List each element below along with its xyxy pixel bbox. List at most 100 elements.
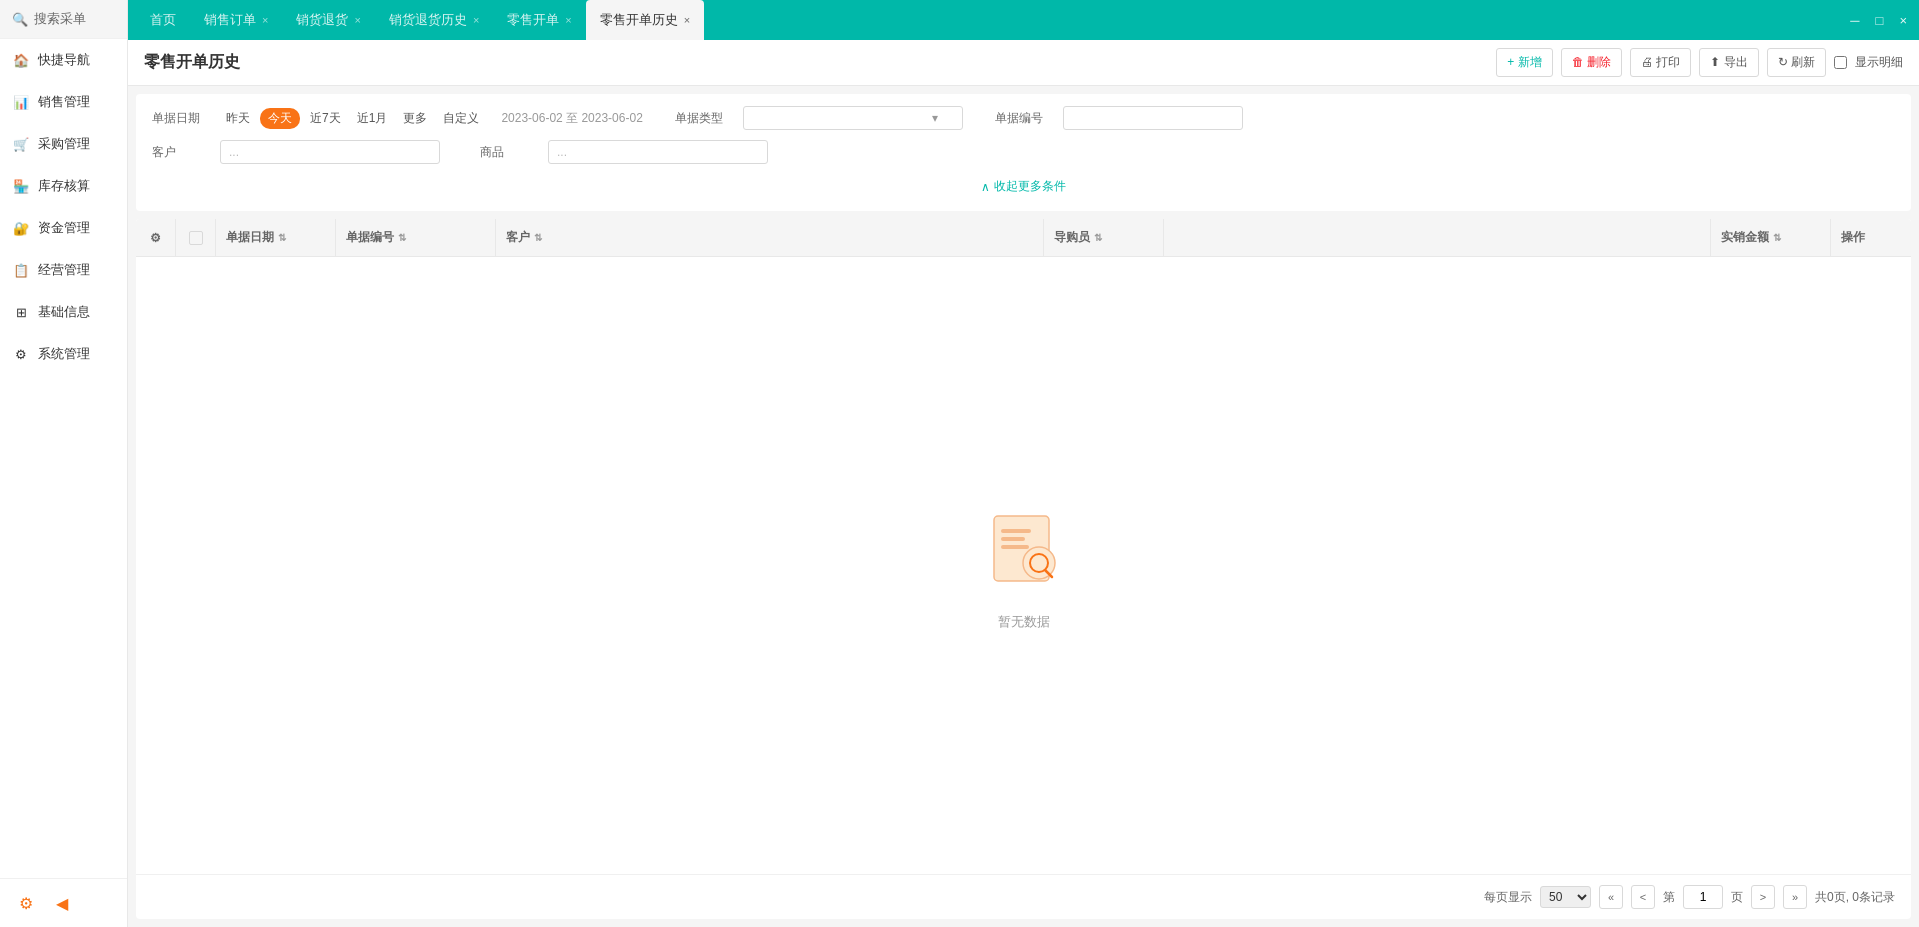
tab-retail-history[interactable]: 零售开单历史 × bbox=[586, 0, 704, 40]
per-page-label: 每页显示 bbox=[1484, 889, 1532, 906]
lock-icon: 🔐 bbox=[12, 219, 30, 237]
sidebar: 🔍 搜索采单 🏠 快捷导航 📊 销售管理 🛒 采购管理 🏪 库存核算 🔐 资金管… bbox=[0, 0, 128, 927]
tab-retail-open-close[interactable]: × bbox=[565, 14, 571, 26]
date-btn-7days[interactable]: 近7天 bbox=[304, 108, 347, 129]
content-area: 零售开单历史 + 新增 🗑 删除 🖨 打印 ⬆ 导出 ↻ 刷新 显示明细 单据日… bbox=[128, 40, 1919, 927]
sidebar-bottom: ⚙ ◀ bbox=[0, 878, 127, 927]
collapse-up-icon: ∧ bbox=[981, 180, 990, 194]
th-customer-sort-icon[interactable]: ⇅ bbox=[534, 232, 542, 243]
first-page-button[interactable]: « bbox=[1599, 885, 1623, 909]
sidebar-item-operations[interactable]: 📋 经营管理 bbox=[0, 249, 127, 291]
gear-icon: ⚙ bbox=[12, 345, 30, 363]
th-checkbox[interactable] bbox=[176, 219, 216, 256]
bill-type-select[interactable]: ▾ bbox=[743, 106, 963, 130]
minimize-button[interactable]: ─ bbox=[1846, 11, 1863, 30]
tab-sales-order-close[interactable]: × bbox=[262, 14, 268, 26]
tab-sales-return[interactable]: 销货退货 × bbox=[282, 0, 374, 40]
svg-rect-1 bbox=[1001, 529, 1031, 533]
sidebar-item-sales-mgmt-label: 销售管理 bbox=[38, 93, 90, 111]
th-op: 操作 bbox=[1831, 219, 1911, 256]
th-guide[interactable]: 导购员 ⇅ bbox=[1044, 219, 1164, 256]
empty-illustration bbox=[974, 501, 1074, 601]
date-shortcut-buttons: 昨天 今天 近7天 近1月 更多 自定义 bbox=[220, 108, 485, 129]
print-button[interactable]: 🖨 打印 bbox=[1630, 48, 1691, 77]
select-all-checkbox[interactable] bbox=[189, 231, 203, 245]
svg-rect-2 bbox=[1001, 537, 1025, 541]
page-size-select[interactable]: 50 10 20 100 bbox=[1540, 886, 1591, 908]
tab-sales-return-history[interactable]: 销货退货历史 × bbox=[375, 0, 493, 40]
tab-sales-return-close[interactable]: × bbox=[354, 14, 360, 26]
collapse-sidebar-button[interactable]: ◀ bbox=[48, 889, 76, 917]
th-num-sort-icon[interactable]: ⇅ bbox=[398, 232, 406, 243]
tab-retail-open[interactable]: 零售开单 × bbox=[493, 0, 585, 40]
sidebar-item-quick-nav[interactable]: 🏠 快捷导航 bbox=[0, 39, 127, 81]
shop-icon: 🛒 bbox=[12, 135, 30, 153]
sidebar-item-purchase-mgmt-label: 采购管理 bbox=[38, 135, 90, 153]
customer-input[interactable]: ... bbox=[220, 140, 440, 164]
th-amount-sort-icon[interactable]: ⇅ bbox=[1773, 232, 1781, 243]
bar-icon: 📋 bbox=[12, 261, 30, 279]
show-detail-checkbox[interactable] bbox=[1834, 56, 1847, 69]
th-settings[interactable]: ⚙ bbox=[136, 219, 176, 256]
pagination: 每页显示 50 10 20 100 « < 第 页 > » 共0页, 0条记录 bbox=[136, 874, 1911, 919]
toolbar: 零售开单历史 + 新增 🗑 删除 🖨 打印 ⬆ 导出 ↻ 刷新 显示明细 bbox=[128, 40, 1919, 86]
goods-input[interactable]: ... bbox=[548, 140, 768, 164]
search-icon: 🔍 bbox=[12, 12, 28, 27]
tab-retail-history-close[interactable]: × bbox=[684, 14, 690, 26]
next-page-button[interactable]: > bbox=[1751, 885, 1775, 909]
customer-label: 客户 bbox=[152, 144, 204, 161]
table-area: ⚙ 单据日期 ⇅ 单据编号 ⇅ 客户 ⇅ 导购员 bbox=[136, 219, 1911, 919]
export-button[interactable]: ⬆ 导出 bbox=[1699, 48, 1758, 77]
chart-icon: 📊 bbox=[12, 93, 30, 111]
th-customer[interactable]: 客户 ⇅ bbox=[496, 219, 1044, 256]
settings-button[interactable]: ⚙ bbox=[12, 889, 40, 917]
th-date[interactable]: 单据日期 ⇅ bbox=[216, 219, 336, 256]
date-btn-custom[interactable]: 自定义 bbox=[437, 108, 485, 129]
customer-placeholder: ... bbox=[229, 145, 239, 159]
page-number-input[interactable] bbox=[1683, 885, 1723, 909]
add-button[interactable]: + 新增 bbox=[1496, 48, 1552, 77]
date-btn-more[interactable]: 更多 bbox=[397, 108, 433, 129]
page-label-after: 页 bbox=[1731, 889, 1743, 906]
sidebar-item-sales-mgmt[interactable]: 📊 销售管理 bbox=[0, 81, 127, 123]
sidebar-item-sys-mgmt[interactable]: ⚙ 系统管理 bbox=[0, 333, 127, 375]
th-amount[interactable]: 实销金额 ⇅ bbox=[1711, 219, 1831, 256]
refresh-button[interactable]: ↻ 刷新 bbox=[1767, 48, 1826, 77]
date-btn-yesterday[interactable]: 昨天 bbox=[220, 108, 256, 129]
th-date-label: 单据日期 bbox=[226, 229, 274, 246]
close-button[interactable]: × bbox=[1895, 11, 1911, 30]
last-page-button[interactable]: » bbox=[1783, 885, 1807, 909]
tab-home[interactable]: 首页 bbox=[136, 0, 190, 40]
sidebar-item-operations-label: 经营管理 bbox=[38, 261, 90, 279]
delete-button[interactable]: 🗑 删除 bbox=[1561, 48, 1622, 77]
window-controls: ─ □ × bbox=[1846, 11, 1911, 30]
show-detail-toggle[interactable]: 显示明细 bbox=[1834, 54, 1903, 71]
column-settings-icon[interactable]: ⚙ bbox=[150, 231, 161, 245]
sidebar-item-finance[interactable]: 🔐 资金管理 bbox=[0, 207, 127, 249]
sidebar-item-purchase-mgmt[interactable]: 🛒 采购管理 bbox=[0, 123, 127, 165]
bill-type-label: 单据类型 bbox=[675, 110, 727, 127]
th-num[interactable]: 单据编号 ⇅ bbox=[336, 219, 496, 256]
collapse-filter-button[interactable]: ∧ 收起更多条件 bbox=[152, 174, 1895, 199]
sidebar-item-basic-info[interactable]: ⊞ 基础信息 bbox=[0, 291, 127, 333]
collapse-label: 收起更多条件 bbox=[994, 178, 1066, 195]
th-guide-sort-icon[interactable]: ⇅ bbox=[1094, 232, 1102, 243]
maximize-button[interactable]: □ bbox=[1872, 11, 1888, 30]
page-title: 零售开单历史 bbox=[144, 52, 240, 73]
sidebar-search[interactable]: 🔍 搜索采单 bbox=[0, 0, 127, 39]
tab-sales-order[interactable]: 销售订单 × bbox=[190, 0, 282, 40]
sidebar-item-inventory[interactable]: 🏪 库存核算 bbox=[0, 165, 127, 207]
th-amount-label: 实销金额 bbox=[1721, 229, 1769, 246]
prev-page-button[interactable]: < bbox=[1631, 885, 1655, 909]
th-num-label: 单据编号 bbox=[346, 229, 394, 246]
tab-sales-return-history-close[interactable]: × bbox=[473, 14, 479, 26]
th-op-label: 操作 bbox=[1841, 229, 1865, 246]
table-header: ⚙ 单据日期 ⇅ 单据编号 ⇅ 客户 ⇅ 导购员 bbox=[136, 219, 1911, 257]
filter-area: 单据日期 昨天 今天 近7天 近1月 更多 自定义 2023-06-02 至 2… bbox=[136, 94, 1911, 211]
goods-label: 商品 bbox=[480, 144, 532, 161]
warehouse-icon: 🏪 bbox=[12, 177, 30, 195]
bill-num-input[interactable] bbox=[1063, 106, 1243, 130]
date-btn-today[interactable]: 今天 bbox=[260, 108, 300, 129]
th-date-sort-icon[interactable]: ⇅ bbox=[278, 232, 286, 243]
date-btn-1month[interactable]: 近1月 bbox=[351, 108, 394, 129]
